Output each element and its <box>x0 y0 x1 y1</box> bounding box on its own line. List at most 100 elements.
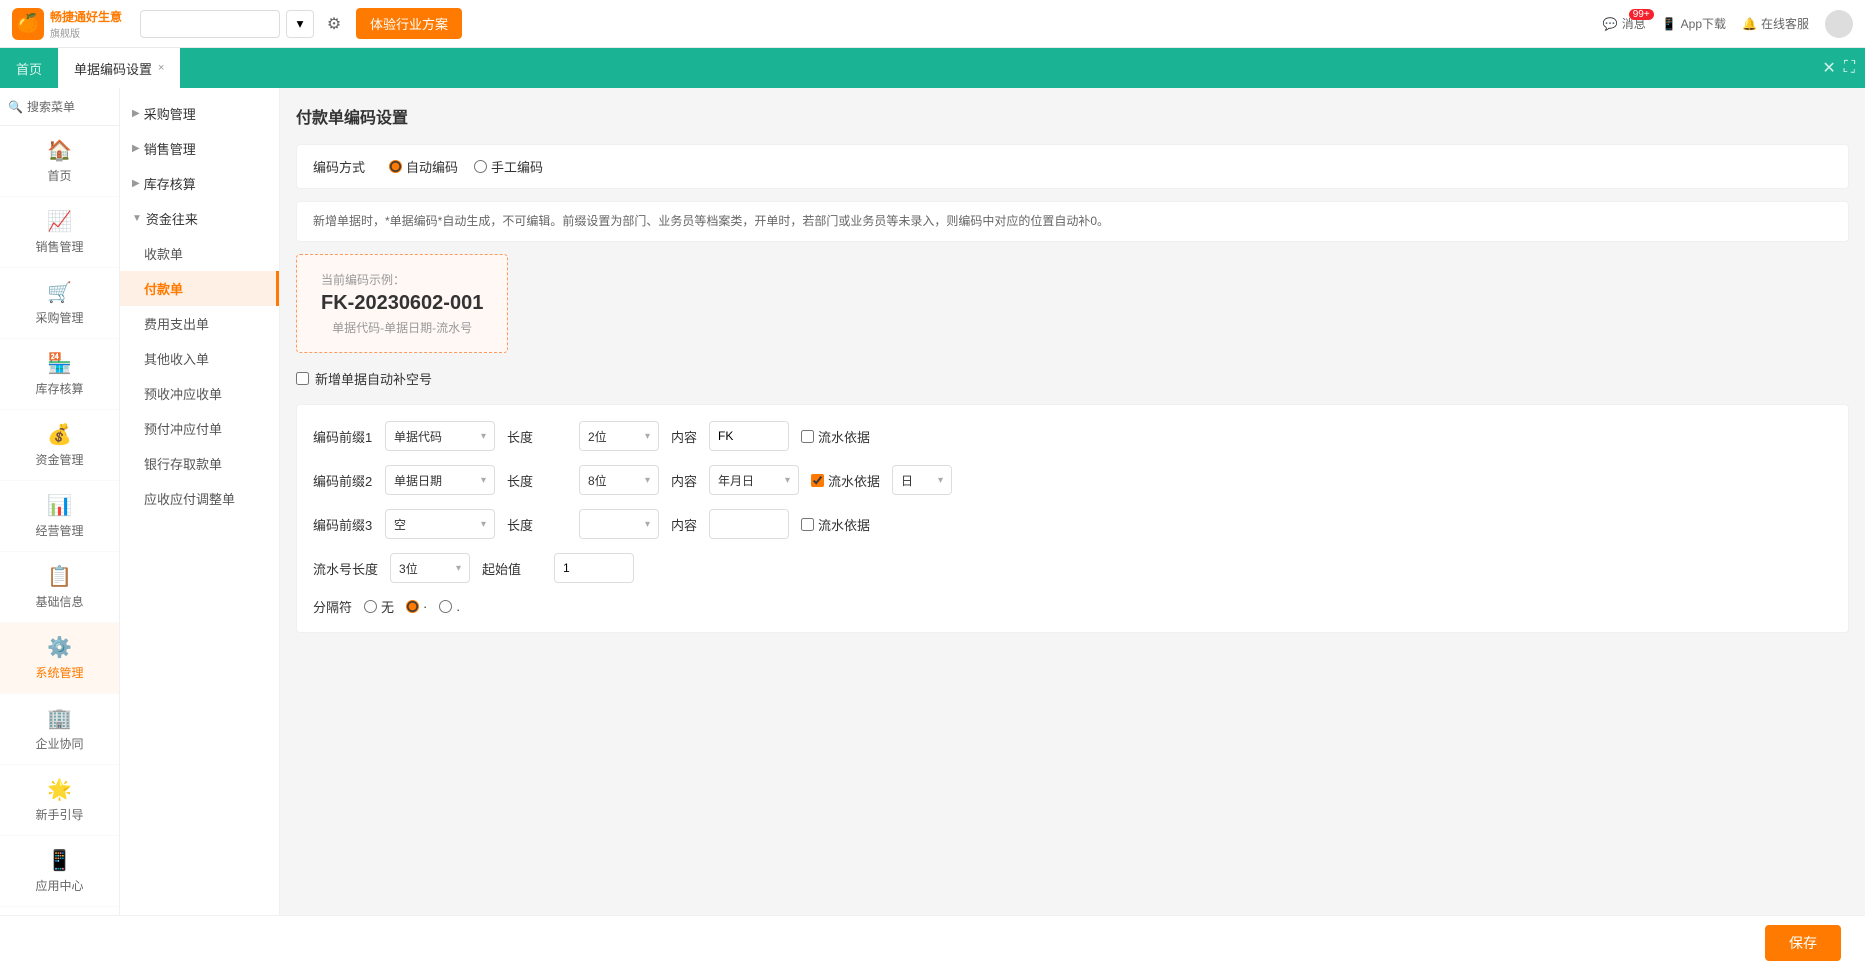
sep-dot-radio[interactable] <box>439 600 452 613</box>
sidebar-item-member[interactable]: 👤 畅会员 <box>0 907 119 915</box>
length1-select[interactable]: 2位 ▾ <box>579 421 659 451</box>
start-value-input[interactable] <box>554 553 634 583</box>
prepay-payment-label: 预付冲应付单 <box>144 422 222 437</box>
sep-dot-option[interactable]: . <box>439 599 460 614</box>
serial-length-select[interactable]: 3位 ▾ <box>390 553 470 583</box>
sep-none-option[interactable]: 无 <box>364 597 394 616</box>
left-nav-receipt[interactable]: 收款单 <box>120 236 279 271</box>
sidebar-item-apps-label: 应用中心 <box>35 877 83 894</box>
length1-arrow: ▾ <box>645 431 650 442</box>
manual-encode-radio[interactable] <box>474 160 487 173</box>
preview-code: FK-20230602-001 <box>321 292 483 315</box>
tab-close-window-icon[interactable]: ✕ <box>1822 58 1835 78</box>
sidebar-item-inventory[interactable]: 🏪 库存核算 <box>0 339 119 410</box>
left-nav-purchase-group[interactable]: ▶ 采购管理 <box>120 96 279 131</box>
sidebar-item-guide[interactable]: 🌟 新手引导 <box>0 765 119 836</box>
auto-fill-checkbox[interactable] <box>296 372 309 385</box>
encoding-radio-group: 自动编码 手工编码 <box>389 157 543 176</box>
prefix1-select[interactable]: 单据代码 ▾ <box>385 421 495 451</box>
save-button[interactable]: 保存 <box>1765 925 1841 961</box>
left-nav-inventory-group[interactable]: ▶ 库存核算 <box>120 166 279 201</box>
tab-bar-right: ✕ ⛶ <box>1822 58 1865 78</box>
left-nav-ap-adjustment[interactable]: 应收应付调整单 <box>120 481 279 516</box>
left-nav-capital-group[interactable]: ▼ 资金往来 <box>120 201 279 236</box>
sidebar-item-purchase-label: 采购管理 <box>35 309 83 326</box>
sidebar-item-system[interactable]: ⚙️ 系统管理 <box>0 623 119 694</box>
serial3-checkbox-row[interactable]: 流水依据 <box>801 515 870 534</box>
sep-dash-radio[interactable] <box>406 600 419 613</box>
prefix1-row: 编码前缀1 单据代码 ▾ 长度 2位 ▾ 内容 流水依据 <box>313 421 1832 451</box>
header-dropdown-btn[interactable]: ▾ <box>286 10 314 38</box>
sidebar-item-home[interactable]: 🏠 首页 <box>0 126 119 197</box>
prefix3-label: 编码前缀3 <box>313 515 373 534</box>
left-nav-prepay-payment[interactable]: 预付冲应付单 <box>120 411 279 446</box>
tab-home[interactable]: 首页 <box>0 48 58 88</box>
preview-desc: 单据代码-单据日期-流水号 <box>321 319 483 336</box>
serial2-checkbox[interactable] <box>811 474 824 487</box>
left-nav-sales-group[interactable]: ▶ 销售管理 <box>120 131 279 166</box>
tab-encoding-label: 单据编码设置 <box>74 59 152 78</box>
left-nav-payment[interactable]: 付款单 <box>120 271 279 306</box>
manual-encode-option[interactable]: 手工编码 <box>474 157 543 176</box>
length2-value: 8位 <box>588 472 607 489</box>
header-online-service[interactable]: 🔔 在线客服 <box>1742 15 1809 32</box>
content3-input[interactable] <box>709 509 789 539</box>
sep-dash-option[interactable]: · <box>406 599 427 614</box>
serial1-checkbox-row[interactable]: 流水依据 <box>801 427 870 446</box>
sidebar-item-enterprise[interactable]: 🏢 企业协同 <box>0 694 119 765</box>
serial1-checkbox[interactable] <box>801 430 814 443</box>
sidebar-item-sales[interactable]: 📈 销售管理 <box>0 197 119 268</box>
separator-label: 分隔符 <box>313 597 352 616</box>
header-messages[interactable]: 💬 消息 99+ <box>1603 15 1646 32</box>
auto-encode-radio[interactable] <box>389 160 402 173</box>
serial2-unit-arrow: ▾ <box>938 475 943 486</box>
header-app-download[interactable]: 📱 App下载 <box>1662 15 1726 32</box>
length2-select[interactable]: 8位 ▾ <box>579 465 659 495</box>
content3-label: 内容 <box>671 515 697 534</box>
serial3-checkbox[interactable] <box>801 518 814 531</box>
user-avatar[interactable] <box>1825 10 1853 38</box>
inventory-group-arrow: ▶ <box>132 178 140 189</box>
content1-input[interactable] <box>709 421 789 451</box>
tab-encoding-settings[interactable]: 单据编码设置 × <box>58 48 180 88</box>
apps-icon: 📱 <box>47 848 72 873</box>
serial2-checkbox-row[interactable]: 流水依据 <box>811 471 880 490</box>
start-value-label: 起始值 <box>482 559 542 578</box>
prefix3-row: 编码前缀3 空 ▾ 长度 ▾ 内容 流水依据 <box>313 509 1832 539</box>
serial2-unit-value: 日 <box>901 472 913 489</box>
serial1-label: 流水依据 <box>818 427 870 446</box>
tab-maximize-icon[interactable]: ⛶ <box>1844 59 1855 77</box>
bank-deposit-label: 银行存取款单 <box>144 457 222 472</box>
receipt-label: 收款单 <box>144 247 183 262</box>
sidebar-item-home-label: 首页 <box>47 167 71 184</box>
left-nav-prepay-receivable[interactable]: 预收冲应收单 <box>120 376 279 411</box>
sidebar-search[interactable]: 🔍 搜索菜单 <box>0 88 119 126</box>
prefix1-label: 编码前缀1 <box>313 427 373 446</box>
sidebar-item-apps[interactable]: 📱 应用中心 <box>0 836 119 907</box>
prefix2-select[interactable]: 单据日期 ▾ <box>385 465 495 495</box>
tab-close-icon[interactable]: × <box>158 62 164 74</box>
auto-fill-label: 新增单据自动补空号 <box>315 369 432 388</box>
sidebar-item-enterprise-label: 企业协同 <box>35 735 83 752</box>
length2-label: 长度 <box>507 471 567 490</box>
left-nav-other-income[interactable]: 其他收入单 <box>120 341 279 376</box>
serial2-label: 流水依据 <box>828 471 880 490</box>
sep-none-radio[interactable] <box>364 600 377 613</box>
serial2-unit-select[interactable]: 日 ▾ <box>892 465 952 495</box>
sep-dash-label: · <box>423 599 427 614</box>
content2-select[interactable]: 年月日 ▾ <box>709 465 799 495</box>
experience-btn[interactable]: 体验行业方案 <box>356 8 462 39</box>
prefix3-select[interactable]: 空 ▾ <box>385 509 495 539</box>
sidebar-item-operations[interactable]: 📊 经营管理 <box>0 481 119 552</box>
auto-encode-option[interactable]: 自动编码 <box>389 157 458 176</box>
length3-select[interactable]: ▾ <box>579 509 659 539</box>
sidebar-item-capital[interactable]: 💰 资金管理 <box>0 410 119 481</box>
header-search-input[interactable] <box>140 10 280 38</box>
sidebar-item-system-label: 系统管理 <box>35 664 83 681</box>
left-nav-bank-deposit[interactable]: 银行存取款单 <box>120 446 279 481</box>
left-nav-expense[interactable]: 费用支出单 <box>120 306 279 341</box>
sidebar-item-purchase[interactable]: 🛒 采购管理 <box>0 268 119 339</box>
header-settings-btn[interactable]: ⚙ <box>320 10 348 38</box>
sidebar-item-basic[interactable]: 📋 基础信息 <box>0 552 119 623</box>
main-panel: 付款单编码设置 编码方式 自动编码 手工编码 新增单据时，*单据编码*自动生成，… <box>280 88 1865 915</box>
